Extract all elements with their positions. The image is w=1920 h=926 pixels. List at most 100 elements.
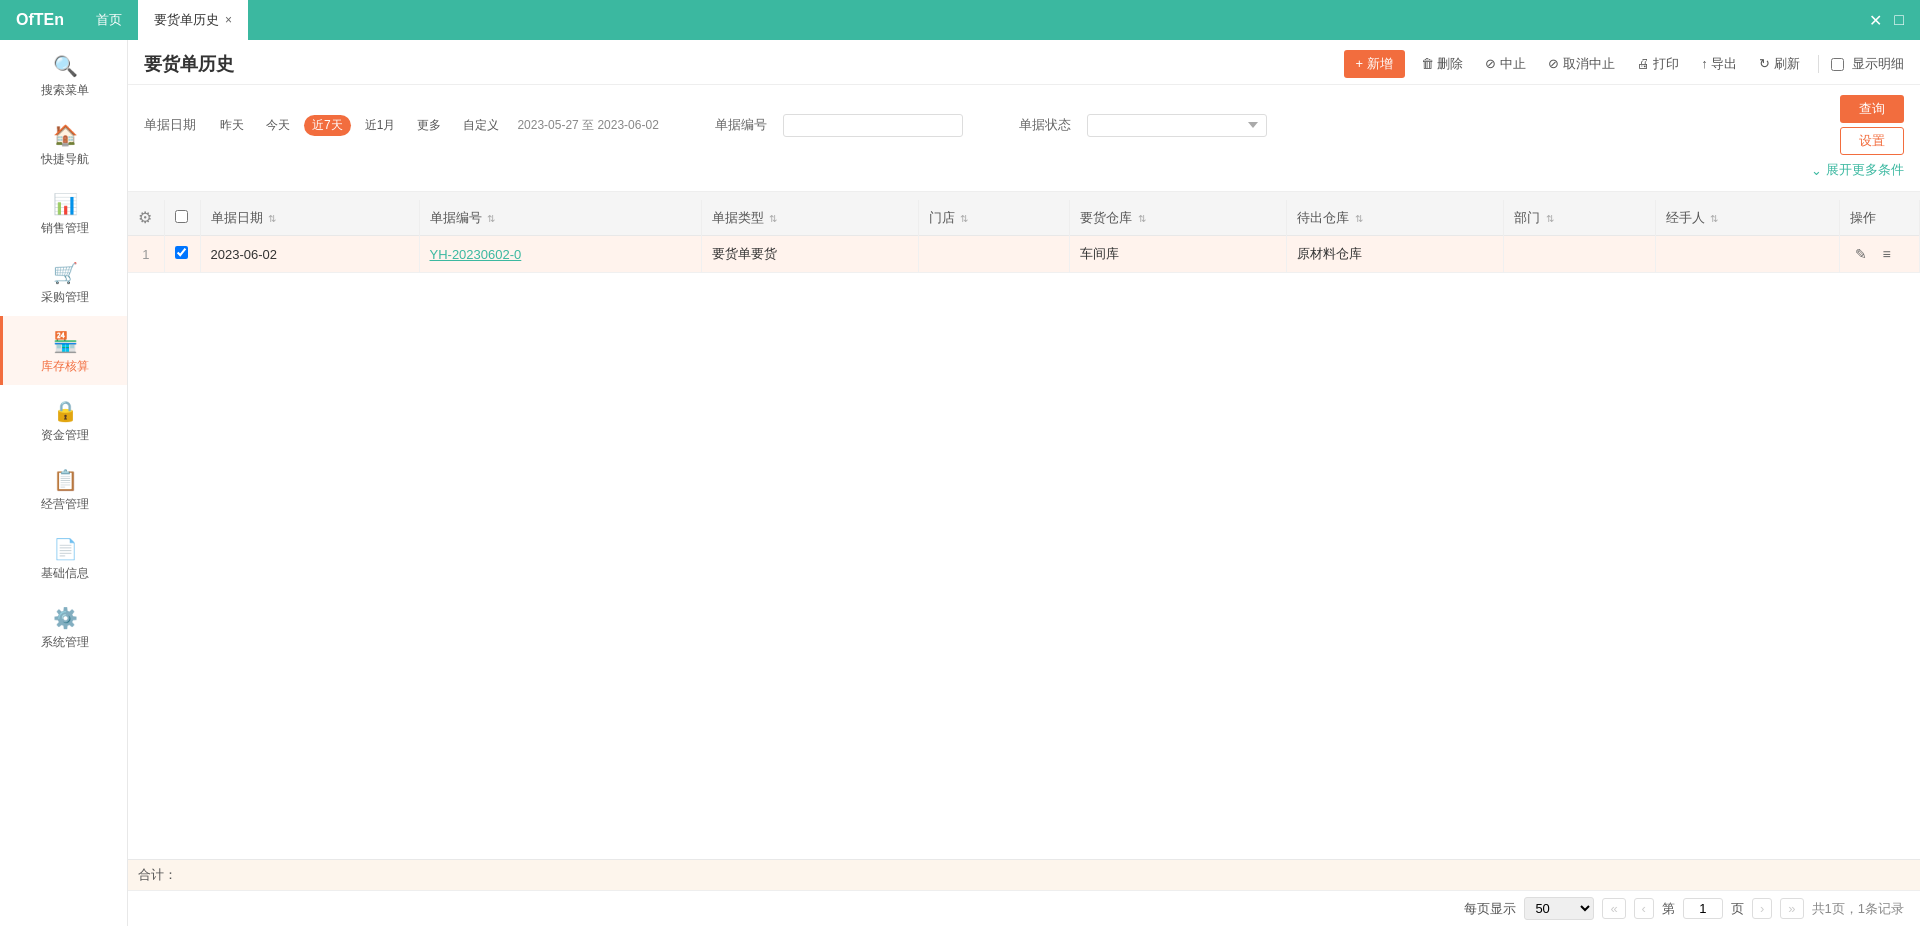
top-bar: OfTEn 首页 要货单历史 × ✕ □ (0, 0, 1920, 40)
new-button[interactable]: + 新增 (1344, 50, 1405, 78)
date-option-more[interactable]: 更多 (409, 115, 449, 136)
tab-home[interactable]: 首页 (80, 0, 138, 40)
sidebar-item-inventory-check-label: 库存核算 (41, 358, 89, 375)
tab-home-label: 首页 (96, 11, 122, 29)
bill-type-cell: 要货单要货 (701, 236, 918, 273)
sort-bill-type-icon[interactable]: ⇅ (769, 213, 777, 224)
page-number-input[interactable] (1683, 898, 1723, 919)
date-option-last1month[interactable]: 近1月 (357, 115, 404, 136)
select-all-checkbox[interactable] (175, 210, 188, 223)
bill-status-select[interactable] (1087, 114, 1267, 137)
pending-warehouse-cell: 原材料仓库 (1287, 236, 1504, 273)
handler-cell (1655, 236, 1839, 273)
col-bill-type[interactable]: 单据类型 ⇅ (701, 200, 918, 236)
export-button[interactable]: ↑ 导出 (1695, 52, 1743, 76)
bill-no-input[interactable] (783, 114, 963, 137)
table-row: 1 2023-06-02 YH-20230602-0 要货单要货 车间库 原材料… (128, 236, 1920, 273)
sidebar-item-inventory-check[interactable]: 🏪 库存核算 (0, 316, 127, 385)
bill-no-cell: YH-20230602-0 (419, 236, 701, 273)
tab-requisition-history[interactable]: 要货单历史 × (138, 0, 248, 40)
date-filter-label: 单据日期 (144, 116, 196, 134)
display-detail-button[interactable]: 显示明细 (1831, 55, 1904, 73)
sort-bill-no-icon[interactable]: ⇅ (487, 213, 495, 224)
toolbar-divider (1818, 55, 1819, 73)
query-button[interactable]: 查询 (1840, 95, 1904, 123)
more-ops-icon[interactable]: ≡ (1876, 243, 1898, 265)
expand-more-button[interactable]: ⌄ 展开更多条件 (1811, 161, 1904, 179)
search-menu-icon: 🔍 (53, 54, 78, 78)
sales-mgmt-icon: 📊 (53, 192, 78, 216)
sort-bill-date-icon[interactable]: ⇅ (268, 213, 276, 224)
page-title: 要货单历史 (144, 52, 234, 76)
col-req-warehouse[interactable]: 要货仓库 ⇅ (1070, 200, 1287, 236)
sort-store-icon[interactable]: ⇅ (960, 213, 968, 224)
row-checkbox[interactable] (175, 246, 188, 259)
display-detail-checkbox[interactable] (1831, 58, 1844, 71)
window-close-icon[interactable]: ✕ (1869, 11, 1882, 30)
col-store[interactable]: 门店 ⇅ (918, 200, 1070, 236)
window-maximize-icon[interactable]: □ (1894, 11, 1904, 29)
table-settings-icon[interactable]: ⚙ (138, 209, 152, 226)
chevron-down-icon: ⌄ (1811, 163, 1822, 178)
sidebar-item-sales-mgmt[interactable]: 📊 销售管理 (0, 178, 127, 247)
sidebar-item-basic-info[interactable]: 📄 基础信息 (0, 523, 127, 592)
date-option-today[interactable]: 今天 (258, 115, 298, 136)
col-pending-warehouse[interactable]: 待出仓库 ⇅ (1287, 200, 1504, 236)
sidebar-item-sys-mgmt-label: 系统管理 (41, 634, 89, 651)
sort-req-warehouse-icon[interactable]: ⇅ (1138, 213, 1146, 224)
sidebar-item-purchase-mgmt[interactable]: 🛒 采购管理 (0, 247, 127, 316)
col-handler-label: 经手人 (1666, 210, 1705, 225)
basic-info-icon: 📄 (53, 537, 78, 561)
refresh-button[interactable]: ↻ 刷新 (1753, 52, 1806, 76)
sort-handler-icon[interactable]: ⇅ (1710, 213, 1718, 224)
top-bar-right: ✕ □ (1869, 11, 1920, 30)
date-option-yesterday[interactable]: 昨天 (212, 115, 252, 136)
col-dept[interactable]: 部门 ⇅ (1503, 200, 1655, 236)
table-header-row: ⚙ 单据日期 ⇅ 单据编号 ⇅ (128, 200, 1920, 236)
bill-status-label: 单据状态 (1019, 116, 1071, 134)
req-warehouse-cell: 车间库 (1070, 236, 1287, 273)
sidebar-item-finance-mgmt[interactable]: 🔒 资金管理 (0, 385, 127, 454)
last-page-button[interactable]: » (1780, 898, 1803, 919)
finance-mgmt-icon: 🔒 (53, 399, 78, 423)
sidebar-item-purchase-mgmt-label: 采购管理 (41, 289, 89, 306)
cancel-stop-button[interactable]: ⊘ 取消中止 (1542, 52, 1621, 76)
per-page-select[interactable]: 50 20 100 200 (1524, 897, 1594, 920)
dept-cell (1503, 236, 1655, 273)
purchase-mgmt-icon: 🛒 (53, 261, 78, 285)
sort-dept-icon[interactable]: ⇅ (1546, 213, 1554, 224)
tab-close-icon[interactable]: × (225, 13, 232, 27)
page-prefix-label: 第 (1662, 900, 1675, 918)
page-header: 要货单历史 + 新增 🗑 删除 ⊘ 中止 ⊘ 取消中止 🖨 打印 ↑ 导出 ↻ … (128, 40, 1920, 85)
edit-icon[interactable]: ✎ (1850, 243, 1872, 265)
col-store-label: 门店 (929, 210, 955, 225)
date-option-last7days[interactable]: 近7天 (304, 115, 351, 136)
col-handler[interactable]: 经手人 ⇅ (1655, 200, 1839, 236)
date-options: 昨天 今天 近7天 近1月 更多 自定义 2023-05-27 至 2023-0… (212, 115, 659, 136)
date-option-custom[interactable]: 自定义 (455, 115, 507, 136)
date-range-text: 2023-05-27 至 2023-06-02 (517, 117, 658, 134)
next-page-button[interactable]: › (1752, 898, 1772, 919)
col-operation: 操作 (1840, 200, 1920, 236)
col-bill-date[interactable]: 单据日期 ⇅ (200, 200, 419, 236)
settings-button[interactable]: 设置 (1840, 127, 1904, 155)
pagination-bar: 每页显示 50 20 100 200 « ‹ 第 页 › » 共1页，1条记录 (128, 890, 1920, 926)
col-dept-label: 部门 (1514, 210, 1540, 225)
sidebar-item-ops-mgmt[interactable]: 📋 经营管理 (0, 454, 127, 523)
print-button[interactable]: 🖨 打印 (1631, 52, 1686, 76)
prev-page-button[interactable]: ‹ (1634, 898, 1654, 919)
table-footer: 合计： (128, 859, 1920, 890)
sidebar-item-sys-mgmt[interactable]: ⚙️ 系统管理 (0, 592, 127, 661)
sidebar-item-ops-mgmt-label: 经营管理 (41, 496, 89, 513)
row-checkbox-cell (164, 236, 200, 273)
col-bill-no[interactable]: 单据编号 ⇅ (419, 200, 701, 236)
sidebar-item-search-menu[interactable]: 🔍 搜索菜单 (0, 40, 127, 109)
sort-pending-warehouse-icon[interactable]: ⇅ (1355, 213, 1363, 224)
stop-button[interactable]: ⊘ 中止 (1479, 52, 1532, 76)
bill-no-label: 单据编号 (715, 116, 767, 134)
delete-button[interactable]: 🗑 删除 (1415, 52, 1470, 76)
sidebar-item-quick-nav[interactable]: 🏠 快捷导航 (0, 109, 127, 178)
sidebar: 🔍 搜索菜单 🏠 快捷导航 📊 销售管理 🛒 采购管理 🏪 库存核算 🔒 资金管… (0, 40, 128, 926)
first-page-button[interactable]: « (1602, 898, 1625, 919)
bill-no-link[interactable]: YH-20230602-0 (430, 247, 522, 262)
